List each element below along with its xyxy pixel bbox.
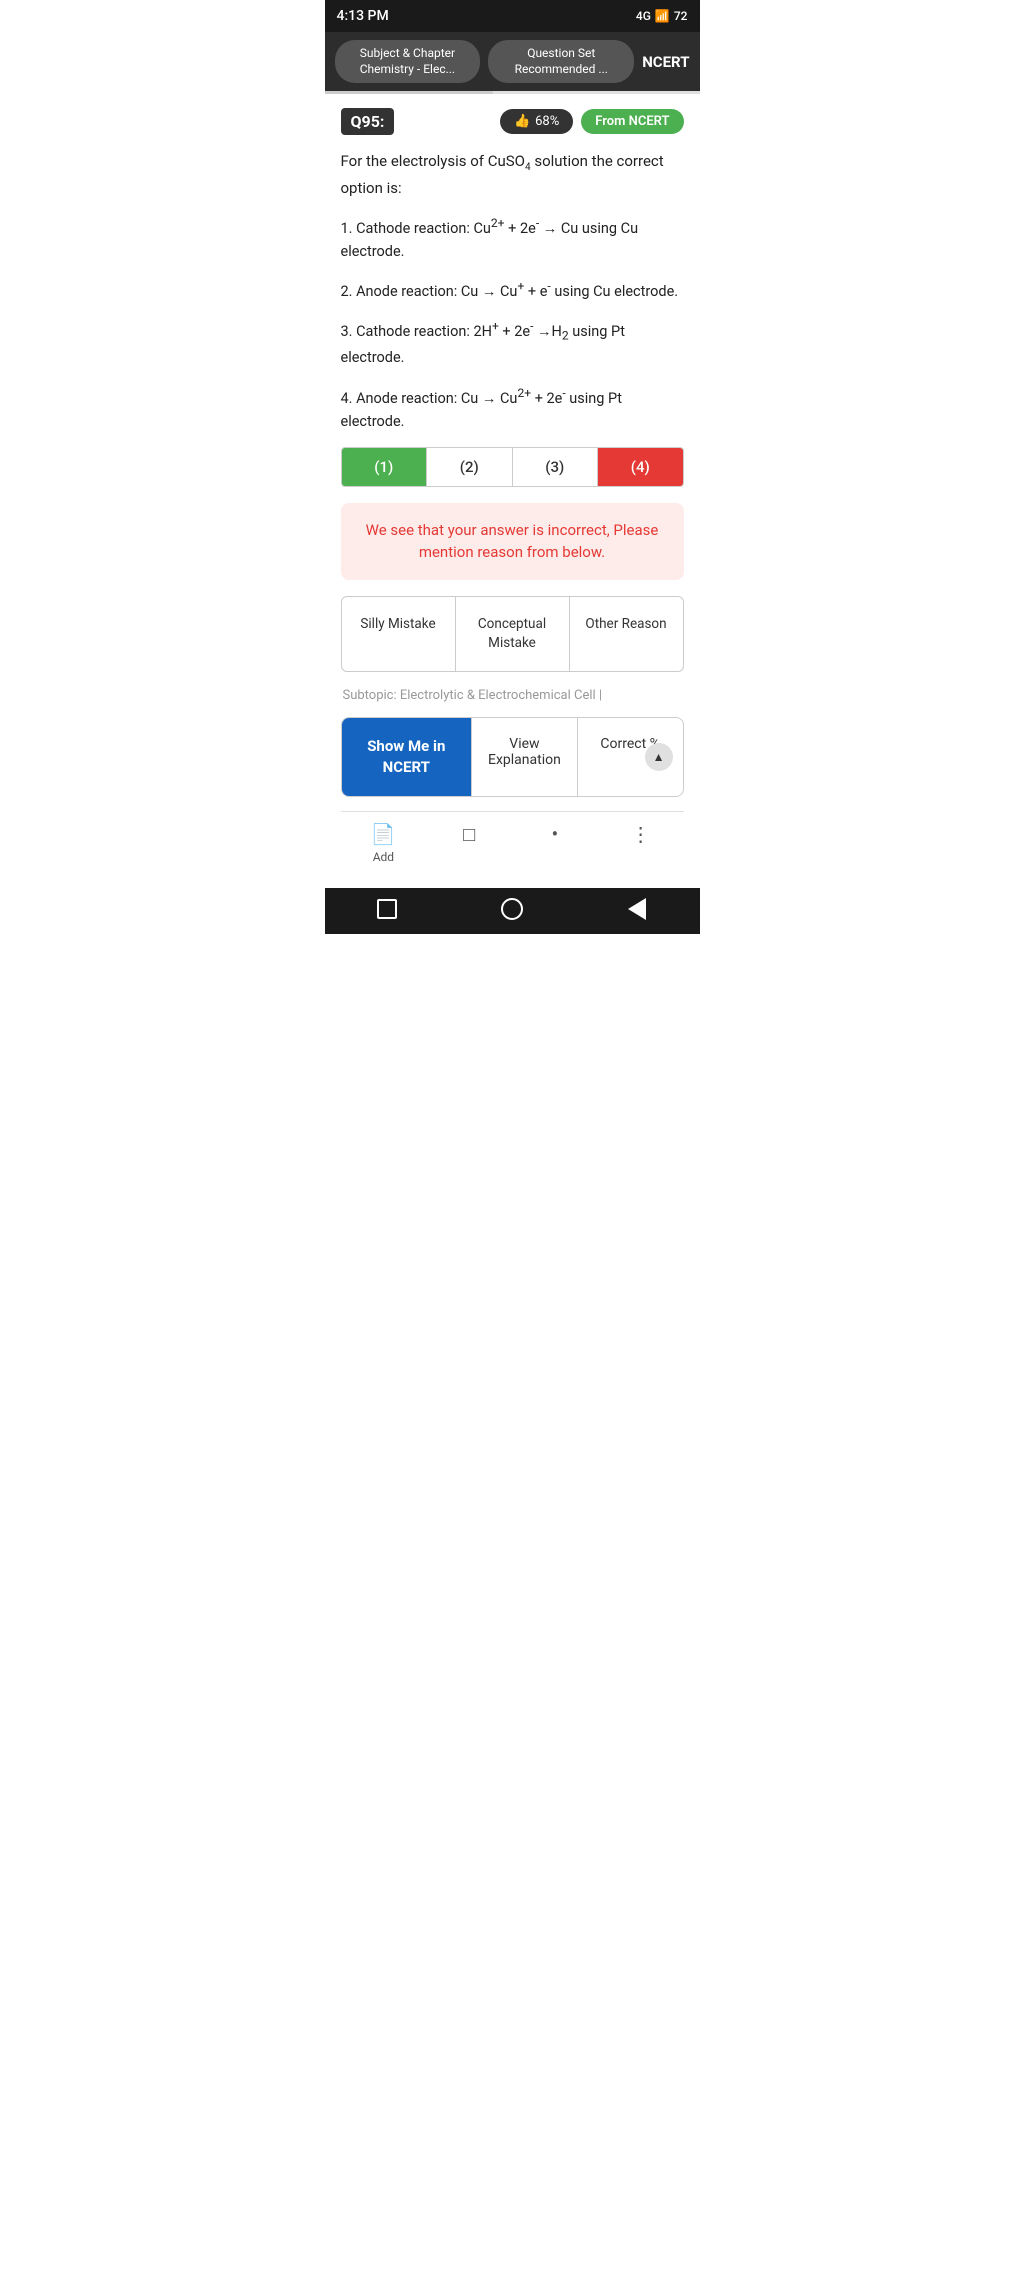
add-tool[interactable]: 📄 Add (341, 822, 427, 864)
answer-row: (1) (2) (3) (4) (341, 447, 684, 487)
time-display: 4:13 PM (337, 8, 389, 24)
like-percent-badge: 👍 68% (500, 109, 573, 134)
answer-option-2[interactable]: (2) (427, 448, 513, 486)
other-reason-button[interactable]: Other Reason (570, 597, 683, 671)
option-2: 2. Anode reaction: Cu → Cu+ + e- using C… (341, 277, 684, 303)
more-tool[interactable]: ⋮ (598, 822, 684, 864)
incorrect-message-box: We see that your answer is incorrect, Pl… (341, 503, 684, 580)
bottom-toolbar: 📄 Add □ • ⋮ (341, 811, 684, 874)
silly-mistake-button[interactable]: Silly Mistake (342, 597, 456, 671)
option-4: 4. Anode reaction: Cu → Cu2+ + 2e- using… (341, 384, 684, 433)
nav-square-button[interactable] (376, 898, 398, 920)
status-bar: 4:13 PM 4G 📶 72 (325, 0, 700, 32)
triangle-icon (628, 898, 646, 920)
view-explanation-button[interactable]: View Explanation (471, 718, 577, 796)
action-row: Show Me in NCERT View Explanation Correc… (341, 717, 684, 797)
option-1: 1. Cathode reaction: Cu2+ + 2e- → Cu usi… (341, 214, 684, 263)
correct-percent-button[interactable]: Correct % ▲ (577, 718, 683, 796)
chevron-up-icon: ▲ (645, 743, 673, 771)
tab-underline (325, 91, 700, 94)
answer-option-4[interactable]: (4) (598, 448, 683, 486)
header-tabs: Subject & Chapter Chemistry - Elec... Qu… (325, 32, 700, 91)
dot-icon: • (552, 822, 559, 846)
dot-tool[interactable]: • (512, 822, 598, 864)
subject-chapter-tab[interactable]: Subject & Chapter Chemistry - Elec... (335, 40, 481, 83)
network-label: 4G (636, 9, 651, 23)
question-number: Q95: (341, 108, 395, 135)
status-icons: 4G 📶 72 (636, 9, 688, 23)
question-header: Q95: 👍 68% From NCERT (341, 108, 684, 135)
add-icon: 📄 (371, 822, 396, 846)
bookmark-tool[interactable]: □ (426, 822, 512, 864)
nav-home-button[interactable] (501, 898, 523, 920)
answer-option-1[interactable]: (1) (342, 448, 428, 486)
conceptual-mistake-button[interactable]: Conceptual Mistake (456, 597, 570, 671)
from-ncert-badge: From NCERT (581, 109, 683, 134)
subtopic-text: Subtopic: Electrolytic & Electrochemical… (341, 688, 684, 703)
signal-bars: 📶 (655, 9, 670, 23)
circle-icon (501, 898, 523, 920)
thumbs-up-icon: 👍 (514, 114, 530, 129)
ncert-header-label: NCERT (642, 53, 689, 71)
show-me-ncert-button[interactable]: Show Me in NCERT (342, 718, 472, 796)
nav-bar (325, 888, 700, 934)
more-icon: ⋮ (631, 822, 651, 846)
bookmark-icon: □ (463, 822, 475, 847)
question-set-tab[interactable]: Question Set Recommended ... (488, 40, 634, 83)
answer-option-3[interactable]: (3) (513, 448, 599, 486)
question-text: For the electrolysis of CuSO4 solution t… (341, 149, 684, 200)
option-3: 3. Cathode reaction: 2H+ + 2e- →H2 using… (341, 317, 684, 369)
incorrect-message-text: We see that your answer is incorrect, Pl… (357, 519, 668, 564)
battery-label: 72 (674, 9, 688, 23)
nav-back-button[interactable] (626, 898, 648, 920)
question-area: Q95: 👍 68% From NCERT For the electrolys… (325, 94, 700, 887)
square-icon (377, 899, 397, 919)
reason-row: Silly Mistake Conceptual Mistake Other R… (341, 596, 684, 672)
header-badges: 👍 68% From NCERT (500, 109, 684, 134)
